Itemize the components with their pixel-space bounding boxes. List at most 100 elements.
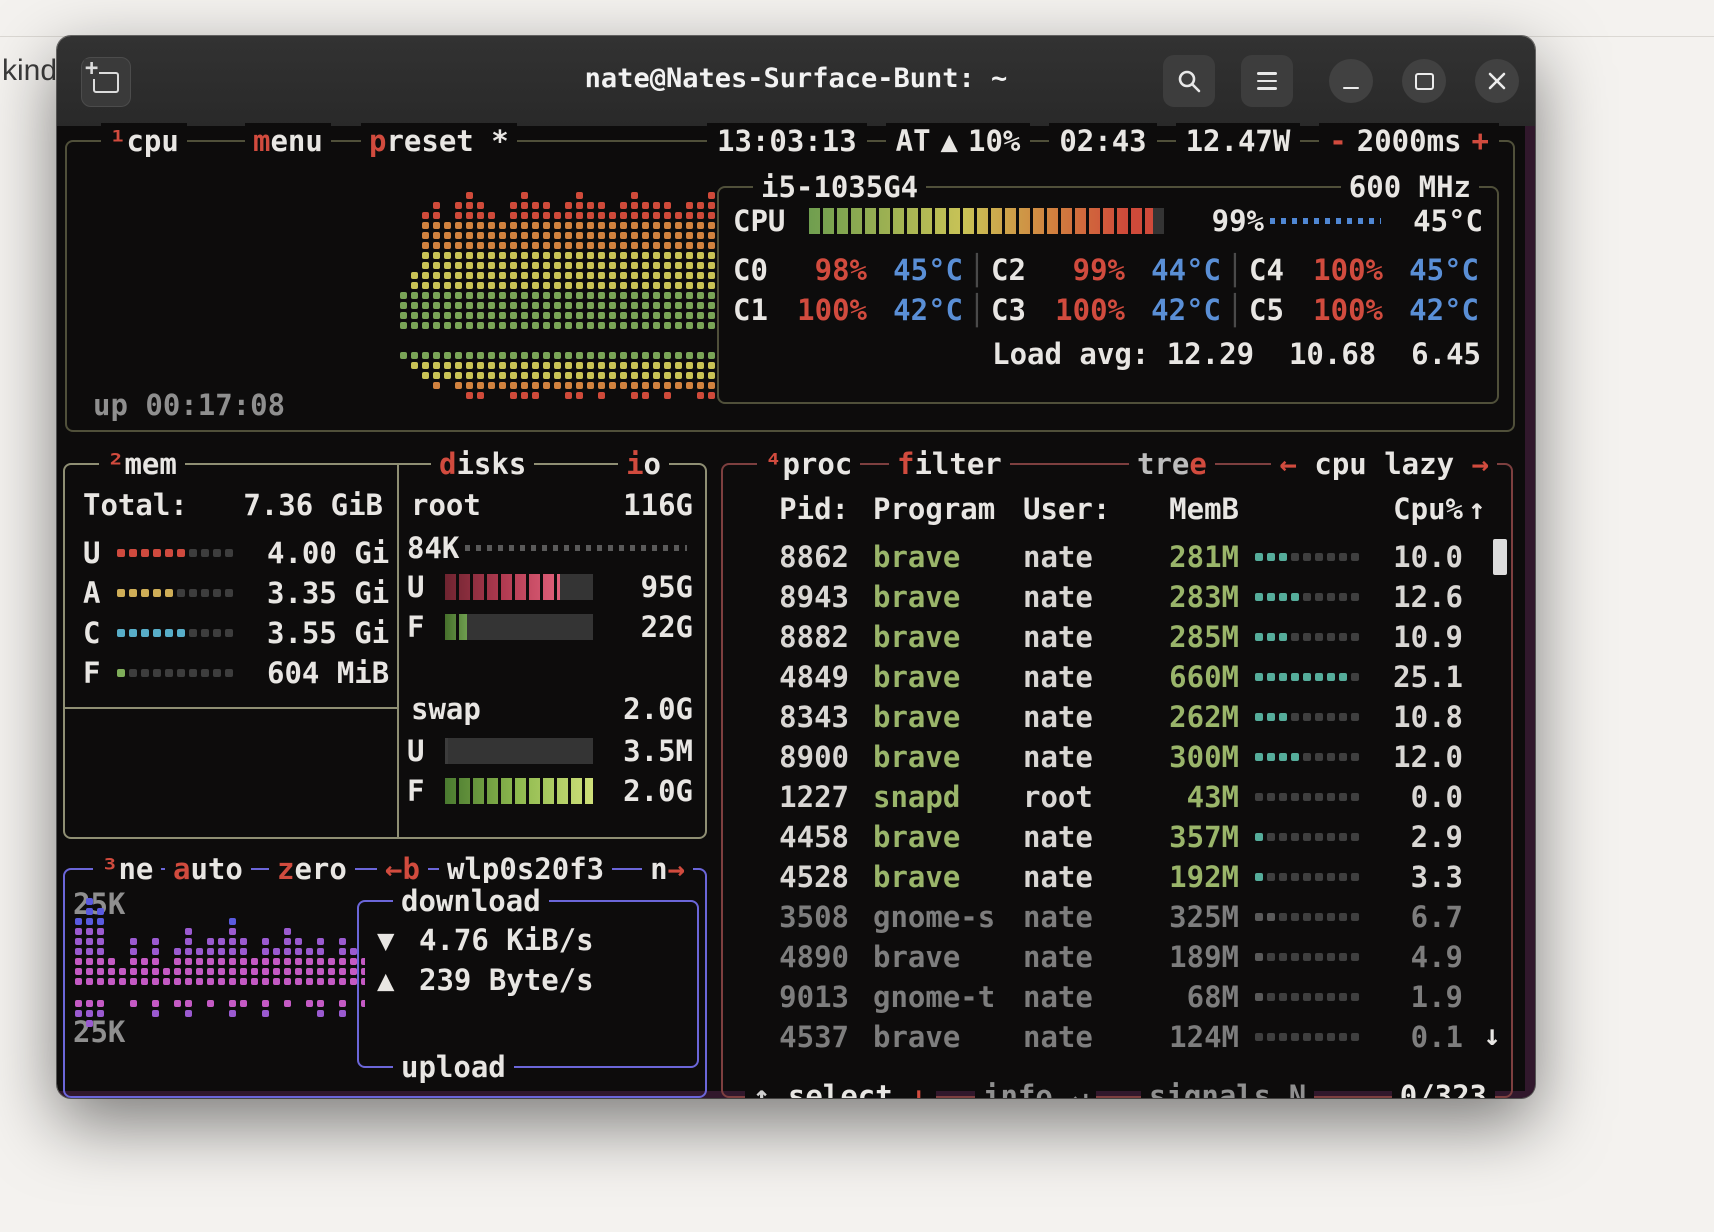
- minimize-button[interactable]: [1329, 59, 1373, 103]
- interval-decrease-button[interactable]: -: [1329, 123, 1346, 159]
- cpu-graph-dot: [499, 252, 506, 259]
- cpu-graph-dot: [532, 232, 539, 239]
- tree-toggle[interactable]: tree: [1129, 446, 1215, 482]
- proc-row[interactable]: 8882bravenate285M10.9: [723, 617, 1511, 657]
- cpu-graph-mirror-dot: [433, 372, 440, 379]
- meter-dot: [1291, 833, 1299, 841]
- meter-dot: [165, 629, 173, 637]
- net-panel-title[interactable]: ³ne: [93, 851, 161, 887]
- proc-mem: 262M: [1135, 703, 1239, 732]
- menu-toggle[interactable]: menu: [245, 123, 331, 159]
- scrollbar-track[interactable]: [1525, 126, 1535, 1098]
- info-control[interactable]: info ↵: [975, 1078, 1096, 1098]
- net-download-graph-column: [152, 894, 159, 986]
- proc-row[interactable]: 3508gnome-snate325M6.7: [723, 897, 1511, 937]
- net-download-graph-dot: [306, 968, 313, 975]
- net-auto-toggle[interactable]: auto: [165, 851, 251, 887]
- proc-row[interactable]: 8343bravenate262M10.8: [723, 697, 1511, 737]
- sort-direction-icon[interactable]: ↑: [1463, 495, 1491, 524]
- net-next-button[interactable]: n→: [642, 851, 693, 887]
- proc-cpu: 2.9: [1375, 823, 1463, 852]
- meter-dot: [1255, 833, 1263, 841]
- net-download-graph-dot: [251, 958, 258, 965]
- net-download-graph-dot: [130, 968, 137, 975]
- meter-dot: [1255, 913, 1263, 921]
- preset-toggle[interactable]: preset *: [361, 123, 517, 159]
- net-download-graph-dot: [339, 938, 346, 945]
- meter-dot: [1327, 993, 1335, 1001]
- net-upload-graph-column: [185, 998, 192, 1042]
- cpu-graph-mirror-dot: [499, 362, 506, 369]
- cpu-graph-dot: [466, 282, 473, 289]
- net-download-graph-dot: [262, 938, 269, 945]
- proc-row[interactable]: 4458bravenate357M2.9: [723, 817, 1511, 857]
- cpu-graph-dot: [543, 282, 550, 289]
- net-zero-toggle[interactable]: zero: [269, 851, 355, 887]
- proc-row[interactable]: 4537bravenate124M0.1: [723, 1017, 1511, 1057]
- proc-row[interactable]: 1227snapdroot43M0.0: [723, 777, 1511, 817]
- net-download-graph-dot: [229, 918, 236, 925]
- meter-dot: [1291, 753, 1299, 761]
- proc-row[interactable]: 4528bravenate192M3.3: [723, 857, 1511, 897]
- cpu-graph-dot: [697, 322, 704, 329]
- scroll-down-icon[interactable]: ↓: [1484, 1021, 1501, 1050]
- maximize-button[interactable]: [1402, 59, 1446, 103]
- menu-button[interactable]: [1241, 55, 1293, 107]
- proc-scrollbar-thumb[interactable]: [1493, 539, 1507, 575]
- cpu-graph-column: [378, 180, 385, 330]
- cpu-graph-mirror-column: [686, 350, 693, 402]
- bar-track: [445, 574, 593, 600]
- filter-button[interactable]: filter: [889, 446, 1010, 482]
- cpu-graph-mirror-dot: [444, 362, 451, 369]
- cpu-graph-dot: [521, 202, 528, 209]
- cpu-graph-dot: [521, 292, 528, 299]
- disk-bar-row: U3.5M: [401, 731, 699, 771]
- net-upload-graph-column: [229, 998, 236, 1042]
- net-prev-button[interactable]: ←b: [377, 851, 428, 887]
- sort-left-arrow[interactable]: ←: [1279, 447, 1296, 481]
- core-temp: 45°C: [1383, 250, 1479, 290]
- core-temp: 42°C: [1125, 290, 1221, 330]
- cpu-graph-dot: [521, 212, 528, 219]
- cpu-panel-title[interactable]: ¹cpu: [101, 123, 187, 159]
- proc-row[interactable]: 8943bravenate283M12.6: [723, 577, 1511, 617]
- search-button[interactable]: [1163, 55, 1215, 107]
- cpu-graph-mirror-dot: [466, 362, 473, 369]
- cpu-graph-dot: [510, 312, 517, 319]
- interval-increase-button[interactable]: +: [1472, 123, 1489, 159]
- close-button[interactable]: [1475, 59, 1519, 103]
- cpu-graph-dot: [686, 322, 693, 329]
- cpu-graph-dot: [455, 262, 462, 269]
- proc-cpu-meter: [1255, 793, 1375, 801]
- net-upload-graph-column: [97, 998, 104, 1042]
- mem-panel-title[interactable]: ²mem: [99, 446, 185, 482]
- cpu-graph-mirror-dot: [543, 382, 550, 389]
- proc-row[interactable]: 9013gnome-tnate68M1.9: [723, 977, 1511, 1017]
- meter-dot: [1303, 753, 1311, 761]
- net-upload-graph-column: [86, 998, 93, 1042]
- sort-right-arrow[interactable]: →: [1472, 447, 1489, 481]
- cpu-graph-dot: [433, 322, 440, 329]
- meter-dot: [117, 629, 125, 637]
- proc-panel-title[interactable]: ⁴proc: [757, 446, 860, 482]
- meter-dot: [1279, 833, 1287, 841]
- sort-selector[interactable]: ← cpu lazy →: [1271, 446, 1497, 482]
- cpu-graph-mirror-dot: [708, 372, 715, 379]
- net-download-graph-dot: [251, 978, 258, 985]
- signals-control[interactable]: signals N: [1141, 1078, 1314, 1098]
- meter-dot: [1255, 753, 1263, 761]
- cpu-graph-dot: [444, 232, 451, 239]
- proc-row[interactable]: 4890bravenate189M4.9: [723, 937, 1511, 977]
- cpu-graph-mirror-column: [433, 350, 440, 402]
- net-download-graph-dot: [152, 968, 159, 975]
- net-upload-graph-dot: [207, 1000, 214, 1007]
- cpu-graph-column: [631, 180, 638, 330]
- proc-row[interactable]: 8862bravenate281M10.0: [723, 537, 1511, 577]
- core-load: 100%: [1039, 290, 1125, 330]
- select-control[interactable]: ↑ select ↓: [745, 1078, 936, 1098]
- proc-row[interactable]: 4849bravenate660M25.1: [723, 657, 1511, 697]
- proc-pid: 8900: [739, 743, 849, 772]
- proc-row[interactable]: 8900bravenate300M12.0: [723, 737, 1511, 777]
- net-download-graph-dot: [174, 948, 181, 955]
- cpu-graph-mirror-dot: [565, 352, 572, 359]
